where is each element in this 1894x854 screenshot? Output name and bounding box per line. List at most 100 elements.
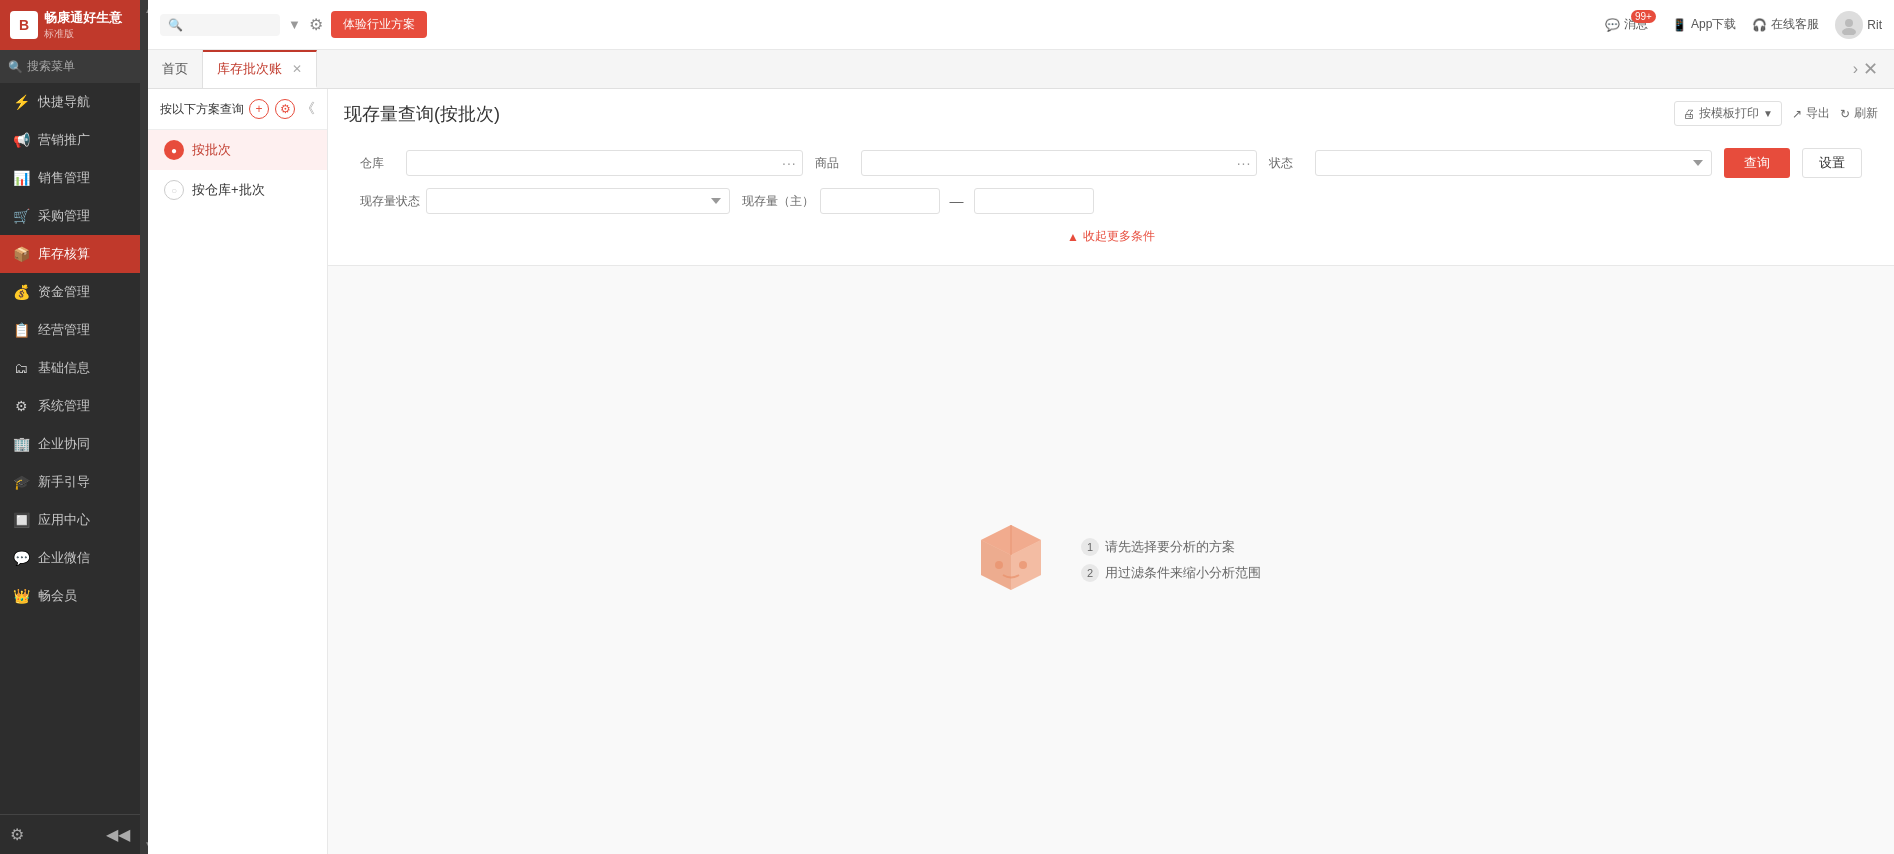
sidebar-item-system[interactable]: ⚙ 系统管理	[0, 387, 140, 425]
query-button[interactable]: 查询	[1724, 148, 1790, 178]
search-icon: 🔍	[168, 18, 183, 32]
sidebar-item-finance[interactable]: 💰 资金管理	[0, 273, 140, 311]
quantity-main-from-input[interactable]	[820, 188, 940, 214]
empty-step-1: 1 请先选择要分析的方案	[1081, 538, 1261, 556]
scroll-up-arrow[interactable]: ▲	[140, 0, 148, 19]
tab-more-icon[interactable]: ›	[1853, 60, 1858, 78]
dropdown-arrow-icon[interactable]: ▼	[288, 17, 301, 32]
content-area: 按以下方案查询 + ⚙ 《 ● 按批次 ○ 按仓库+批次 现存量查询(按	[148, 89, 1894, 854]
phone-icon: 📱	[1672, 18, 1687, 32]
sidebar: B 畅康通好生意 标准版 🔍 搜索菜单 ⚡ 快捷导航 📢 营销推广 📊 销售管理…	[0, 0, 140, 854]
sidebar-footer: ⚙ ◀◀	[0, 814, 140, 854]
purchase-icon: 🛒	[12, 207, 30, 225]
refresh-button[interactable]: ↻ 刷新	[1840, 105, 1878, 122]
print-dropdown-icon[interactable]: ▼	[1763, 108, 1773, 119]
product-label: 商品	[815, 155, 855, 172]
product-input[interactable]	[861, 150, 1258, 176]
refresh-icon: ↻	[1840, 107, 1850, 121]
export-button[interactable]: ↗ 导出	[1792, 105, 1830, 122]
sidebar-item-label: 经营管理	[38, 321, 90, 339]
gear-icon[interactable]: ⚙	[309, 15, 323, 34]
svg-point-0	[1845, 19, 1853, 27]
sidebar-item-apps[interactable]: 🔲 应用中心	[0, 501, 140, 539]
warehouse-input[interactable]	[406, 150, 803, 176]
sidebar-item-basic[interactable]: 🗂 基础信息	[0, 349, 140, 387]
quantity-dash: —	[946, 193, 968, 209]
sidebar-search-item[interactable]: 🔍 搜索菜单	[0, 50, 140, 83]
sidebar-item-purchase[interactable]: 🛒 采购管理	[0, 197, 140, 235]
sidebar-item-label: 畅会员	[38, 587, 77, 605]
by-batch-icon: ●	[164, 140, 184, 160]
tab-inventory-batch[interactable]: 库存批次账 ✕	[203, 50, 317, 88]
settings-button[interactable]: 设置	[1802, 148, 1862, 178]
status-label: 状态	[1269, 155, 1309, 172]
app-download-item[interactable]: 📱 App下载	[1672, 16, 1736, 33]
inventory-status-select[interactable]	[426, 188, 730, 214]
status-filter: 状态	[1269, 150, 1712, 176]
scheme-item-by-warehouse-batch[interactable]: ○ 按仓库+批次	[148, 170, 327, 210]
basic-icon: 🗂	[12, 359, 30, 377]
sidebar-item-marketing[interactable]: 📢 营销推广	[0, 121, 140, 159]
settings-scheme-button[interactable]: ⚙	[275, 99, 295, 119]
sidebar-search-label: 搜索菜单	[27, 58, 75, 75]
sidebar-item-label: 应用中心	[38, 511, 90, 529]
sidebar-item-label: 快捷导航	[38, 93, 90, 111]
messages-item[interactable]: 💬 消息 99+	[1605, 16, 1648, 33]
sales-icon: 📊	[12, 169, 30, 187]
collapse-icon[interactable]: ◀◀	[106, 825, 130, 844]
inventory-status-label: 现存量状态	[360, 193, 420, 210]
username-label: Rit	[1867, 18, 1882, 32]
sidebar-item-quicknav[interactable]: ⚡ 快捷导航	[0, 83, 140, 121]
add-scheme-button[interactable]: +	[249, 99, 269, 119]
collapse-more-button[interactable]: ▲ 收起更多条件	[360, 224, 1862, 253]
scroll-down-arrow[interactable]: ▼	[140, 835, 148, 854]
sidebar-item-member[interactable]: 👑 畅会员	[0, 577, 140, 615]
print-label: 按模板打印	[1699, 105, 1759, 122]
print-icon: 🖨	[1683, 107, 1695, 121]
tab-home-label: 首页	[162, 60, 188, 78]
tab-home[interactable]: 首页	[148, 50, 203, 88]
sidebar-item-wechat[interactable]: 💬 企业微信	[0, 539, 140, 577]
system-icon: ⚙	[12, 397, 30, 415]
user-profile-item[interactable]: Rit	[1835, 11, 1882, 39]
filter-row-1: 仓库 ··· 商品 ···	[360, 148, 1862, 178]
trial-button[interactable]: 体验行业方案	[331, 11, 427, 38]
step-2-number: 2	[1081, 564, 1099, 582]
warehouse-filter: 仓库 ···	[360, 150, 803, 176]
product-input-wrapper: ···	[861, 150, 1258, 176]
topbar-right: 💬 消息 99+ 📱 App下载 🎧 在线客服 Rit	[1605, 11, 1882, 39]
topbar-search-box[interactable]: 🔍	[160, 14, 280, 36]
status-select[interactable]	[1315, 150, 1712, 176]
print-button[interactable]: 🖨 按模板打印 ▼	[1674, 101, 1782, 126]
topbar-search-input[interactable]	[187, 18, 257, 32]
export-icon: ↗	[1792, 107, 1802, 121]
page-header: 现存量查询(按批次) 🖨 按模板打印 ▼ ↗ 导出 ↻	[328, 89, 1894, 266]
sidebar-item-label: 新手引导	[38, 473, 90, 491]
scheme-item-by-batch[interactable]: ● 按批次	[148, 130, 327, 170]
quantity-main-filter: 现存量（主） —	[742, 188, 1112, 214]
by-warehouse-batch-icon: ○	[164, 180, 184, 200]
enterprise-icon: 🏢	[12, 435, 30, 453]
sidebar-scrollbar[interactable]: ▲ ▼	[140, 0, 148, 854]
sidebar-item-inventory[interactable]: 📦 库存核算	[0, 235, 140, 273]
empty-step-2: 2 用过滤条件来缩小分析范围	[1081, 564, 1261, 582]
quantity-main-to-input[interactable]	[974, 188, 1094, 214]
tab-close-icon[interactable]: ✕	[292, 62, 302, 76]
sidebar-item-label: 企业协同	[38, 435, 90, 453]
sidebar-item-sales[interactable]: 📊 销售管理	[0, 159, 140, 197]
collapse-panel-icon[interactable]: 《	[301, 100, 315, 118]
sidebar-item-label: 采购管理	[38, 207, 90, 225]
warehouse-dots-icon[interactable]: ···	[782, 155, 797, 171]
left-panel-header: 按以下方案查询 + ⚙ 《	[148, 89, 327, 130]
sidebar-item-enterprise[interactable]: 🏢 企业协同	[0, 425, 140, 463]
sidebar-item-operation[interactable]: 📋 经营管理	[0, 311, 140, 349]
sidebar-item-label: 系统管理	[38, 397, 90, 415]
online-service-item[interactable]: 🎧 在线客服	[1752, 16, 1819, 33]
settings-icon[interactable]: ⚙	[10, 825, 24, 844]
sidebar-item-guide[interactable]: 🎓 新手引导	[0, 463, 140, 501]
filter-area: 仓库 ··· 商品 ···	[344, 136, 1878, 265]
step-2-text: 用过滤条件来缩小分析范围	[1105, 564, 1261, 582]
company-name: 畅康通好生意	[44, 10, 122, 27]
product-dots-icon[interactable]: ···	[1237, 155, 1252, 171]
tab-panel-close-button[interactable]: ✕	[1863, 58, 1878, 80]
